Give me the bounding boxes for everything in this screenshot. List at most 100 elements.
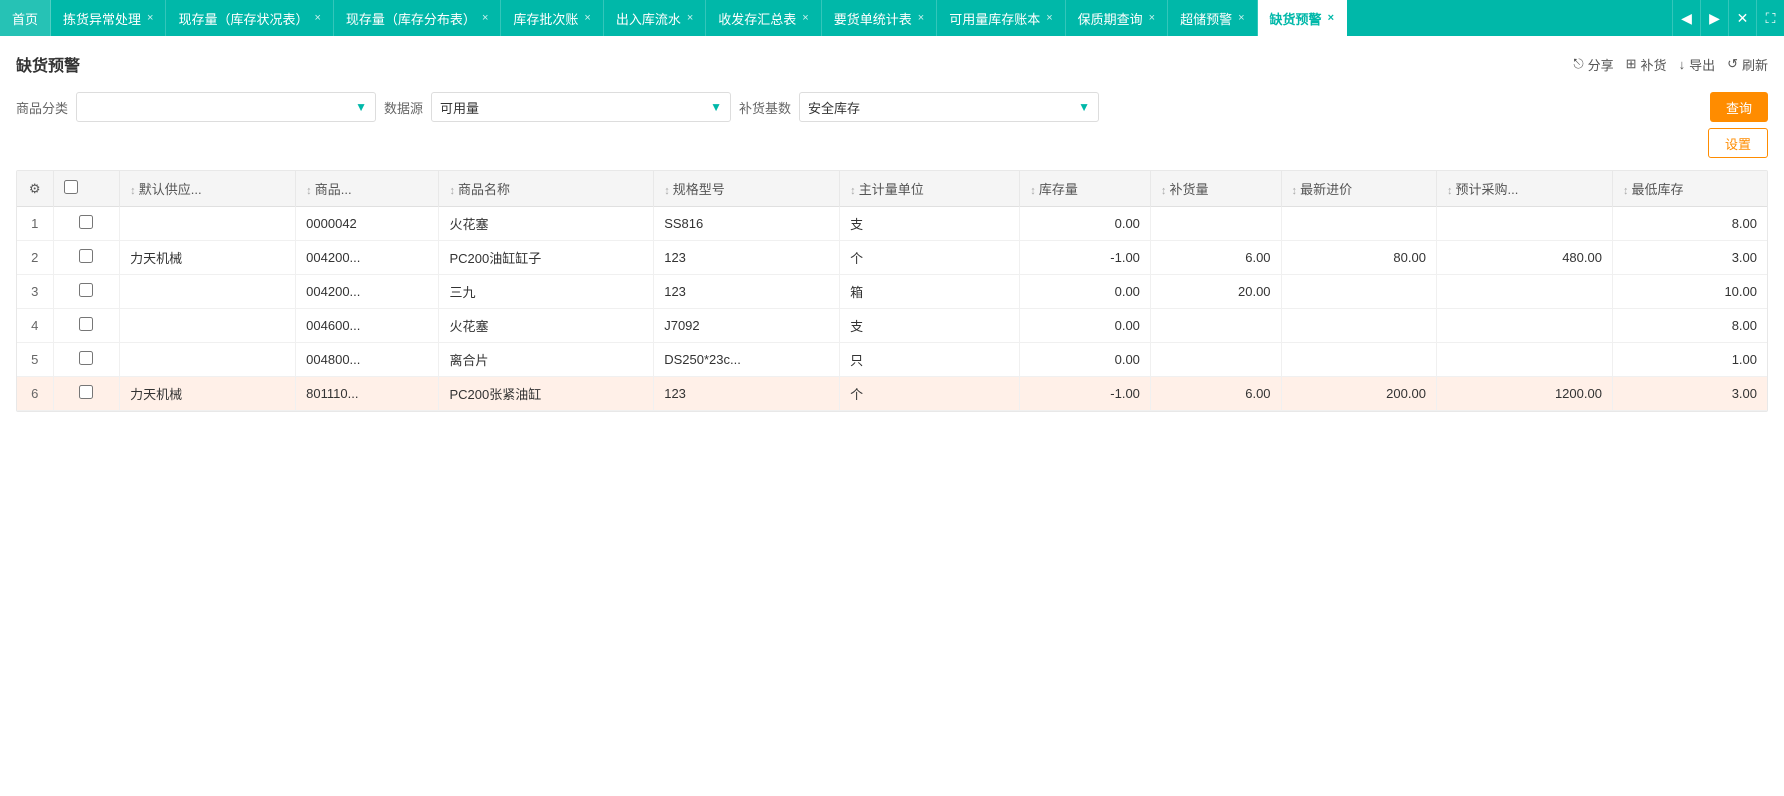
- row-unit-1: 支: [840, 207, 1020, 241]
- row-spec-4: J7092: [654, 309, 840, 343]
- tab-if-close[interactable]: ×: [687, 12, 693, 24]
- tab-qp-close[interactable]: ×: [1149, 12, 1155, 24]
- tab-receive-summary[interactable]: 收发存汇总表 ×: [706, 0, 821, 36]
- th-stock[interactable]: 库存量: [1020, 171, 1151, 207]
- tab-shortage-warning[interactable]: 缺货预警 ×: [1258, 0, 1347, 36]
- tab-home[interactable]: 首页: [0, 0, 51, 36]
- row-checkbox-3[interactable]: [53, 275, 120, 309]
- row-supplier-4: [120, 309, 296, 343]
- refresh-icon: ↺: [1727, 56, 1738, 72]
- row-select-4[interactable]: [79, 317, 93, 331]
- row-checkbox-5[interactable]: [53, 343, 120, 377]
- tab-available-stock[interactable]: 可用量库存账本 ×: [937, 0, 1065, 36]
- th-min-stock[interactable]: 最低库存: [1612, 171, 1767, 207]
- tab-os-close[interactable]: ×: [918, 12, 924, 24]
- nav-controls: ◀ ▶ ✕ ⛶: [1672, 0, 1784, 36]
- table-row: 6 力天机械 801110... PC200张紧油缸 123 个 -1.00 6…: [17, 377, 1767, 411]
- row-spec-6: 123: [654, 377, 840, 411]
- row-supplier-5: [120, 343, 296, 377]
- tab-inout-flow[interactable]: 出入库流水 ×: [604, 0, 706, 36]
- table-row: 4 004600... 火花塞 J7092 支 0.00 8.00: [17, 309, 1767, 343]
- datasource-label: 数据源: [384, 98, 423, 117]
- tab-ow-close[interactable]: ×: [1238, 12, 1244, 24]
- table-header-row: ⚙ 默认供应... 商品... 商品名称 规格型号 主计量单位 库存量 补货量 …: [17, 171, 1767, 207]
- row-latest-price-5: [1281, 343, 1436, 377]
- top-navigation: 首页 拣货异常处理 × 现存量（库存状况表） × 现存量（库存分布表） × 库存…: [0, 0, 1784, 36]
- th-name[interactable]: 商品名称: [439, 171, 654, 207]
- row-code-6: 801110...: [296, 377, 439, 411]
- tab-current-stock-dist[interactable]: 现存量（库存分布表） ×: [334, 0, 501, 36]
- datasource-select[interactable]: 可用量 ▼: [431, 92, 731, 122]
- row-select-5[interactable]: [79, 351, 93, 365]
- replenish-base-value: 安全库存: [808, 98, 860, 117]
- refresh-button[interactable]: ↺ 刷新: [1727, 55, 1768, 74]
- tab-as-close[interactable]: ×: [1046, 12, 1052, 24]
- row-unit-5: 只: [840, 343, 1020, 377]
- nav-fullscreen-button[interactable]: ⛶: [1756, 0, 1784, 36]
- query-button[interactable]: 查询: [1710, 92, 1768, 122]
- th-supplier[interactable]: 默认供应...: [120, 171, 296, 207]
- export-button[interactable]: ↓ 导出: [1679, 55, 1716, 74]
- row-spec-1: SS816: [654, 207, 840, 241]
- row-stock-6: -1.00: [1020, 377, 1151, 411]
- tab-sw-close[interactable]: ×: [1328, 12, 1334, 24]
- th-est-purchase[interactable]: 预计采购...: [1436, 171, 1612, 207]
- row-checkbox-4[interactable]: [53, 309, 120, 343]
- tab-order-stats[interactable]: 要货单统计表 ×: [822, 0, 937, 36]
- tab-picking-exception[interactable]: 拣货异常处理 ×: [51, 0, 166, 36]
- row-num-3: 3: [17, 275, 53, 309]
- nav-prev-button[interactable]: ◀: [1672, 0, 1700, 36]
- row-est-purchase-4: [1436, 309, 1612, 343]
- th-replenish[interactable]: 补货量: [1150, 171, 1281, 207]
- th-gear[interactable]: ⚙: [17, 171, 53, 207]
- settings-button[interactable]: 设置: [1708, 128, 1768, 158]
- tab-quality-period[interactable]: 保质期查询 ×: [1066, 0, 1168, 36]
- row-unit-6: 个: [840, 377, 1020, 411]
- row-replenish-5: [1150, 343, 1281, 377]
- th-spec[interactable]: 规格型号: [654, 171, 840, 207]
- row-name-1: 火花塞: [439, 207, 654, 241]
- th-code[interactable]: 商品...: [296, 171, 439, 207]
- export-label: 导出: [1689, 55, 1715, 74]
- row-unit-4: 支: [840, 309, 1020, 343]
- row-checkbox-6[interactable]: [53, 377, 120, 411]
- nav-close-button[interactable]: ✕: [1728, 0, 1756, 36]
- row-spec-3: 123: [654, 275, 840, 309]
- nav-next-button[interactable]: ▶: [1700, 0, 1728, 36]
- replenish-icon: ⊞: [1626, 56, 1637, 72]
- replenish-button[interactable]: ⊞ 补货: [1626, 55, 1667, 74]
- tab-ba-close[interactable]: ×: [584, 12, 590, 24]
- row-checkbox-2[interactable]: [53, 241, 120, 275]
- tab-overstock-warning[interactable]: 超储预警 ×: [1168, 0, 1257, 36]
- row-min-stock-5: 1.00: [1612, 343, 1767, 377]
- table-row: 2 力天机械 004200... PC200油缸缸子 123 个 -1.00 6…: [17, 241, 1767, 275]
- row-select-1[interactable]: [79, 215, 93, 229]
- tab-ba-label: 库存批次账: [513, 9, 578, 28]
- tab-css-close[interactable]: ×: [314, 12, 320, 24]
- tab-picking-close[interactable]: ×: [147, 12, 153, 24]
- replenish-base-select[interactable]: 安全库存 ▼: [799, 92, 1099, 122]
- row-code-4: 004600...: [296, 309, 439, 343]
- tab-current-stock-status[interactable]: 现存量（库存状况表） ×: [166, 0, 333, 36]
- th-unit[interactable]: 主计量单位: [840, 171, 1020, 207]
- tab-batch-account[interactable]: 库存批次账 ×: [501, 0, 603, 36]
- tab-os-label: 要货单统计表: [834, 9, 912, 28]
- category-select[interactable]: ▼: [76, 92, 376, 122]
- tab-rs-close[interactable]: ×: [802, 12, 808, 24]
- row-select-6[interactable]: [79, 385, 93, 399]
- replenish-base-label: 补货基数: [739, 98, 791, 117]
- select-all-checkbox[interactable]: [64, 180, 78, 194]
- row-checkbox-1[interactable]: [53, 207, 120, 241]
- row-num-1: 1: [17, 207, 53, 241]
- row-replenish-4: [1150, 309, 1281, 343]
- row-select-3[interactable]: [79, 283, 93, 297]
- th-latest-price[interactable]: 最新进价: [1281, 171, 1436, 207]
- row-latest-price-1: [1281, 207, 1436, 241]
- share-button[interactable]: ⎋ 分享: [1573, 55, 1613, 74]
- data-table-container: ⚙ 默认供应... 商品... 商品名称 规格型号 主计量单位 库存量 补货量 …: [16, 170, 1768, 412]
- row-select-2[interactable]: [79, 249, 93, 263]
- row-unit-2: 个: [840, 241, 1020, 275]
- tab-csd-close[interactable]: ×: [482, 12, 488, 24]
- replenish-base-arrow-icon: ▼: [1078, 100, 1090, 114]
- row-code-2: 004200...: [296, 241, 439, 275]
